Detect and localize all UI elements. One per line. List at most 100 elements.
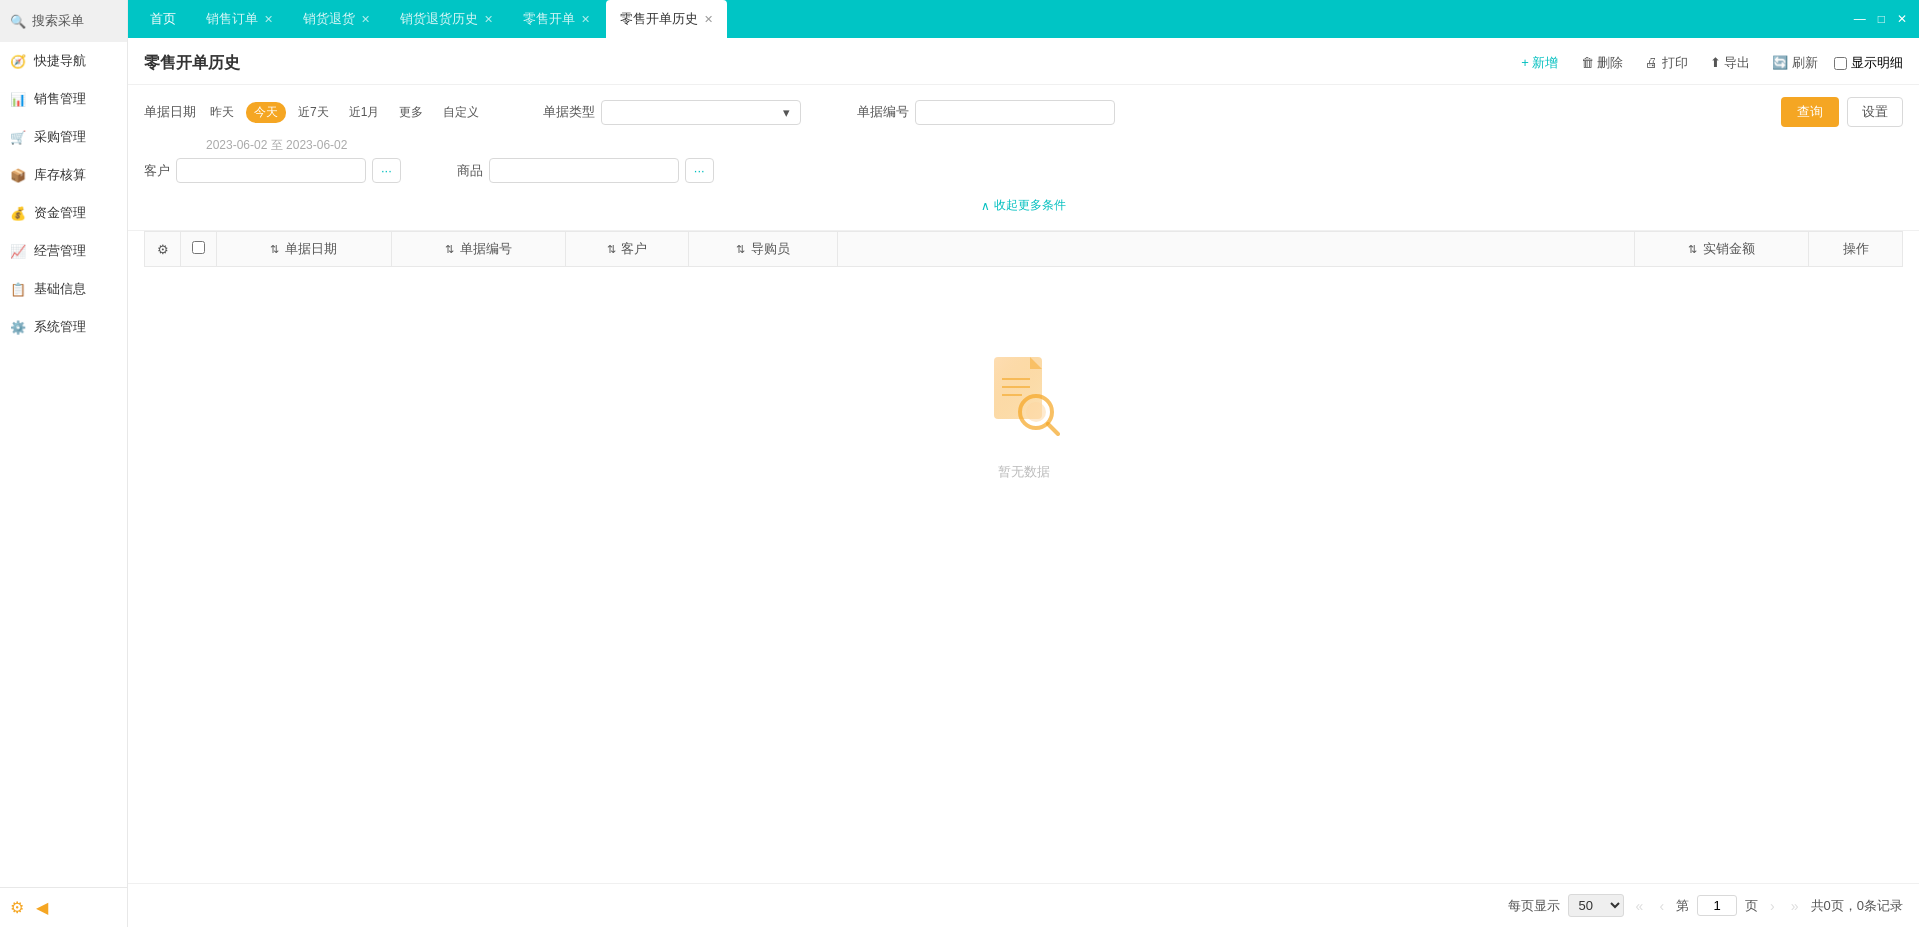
table-date-col[interactable]: 单据日期: [217, 232, 392, 267]
page-first-btn[interactable]: «: [1632, 896, 1648, 916]
table-settings-col[interactable]: ⚙: [145, 232, 181, 267]
page-unit: 页: [1745, 897, 1758, 915]
tab-retail-open-history[interactable]: 零售开单历史 ✕: [606, 0, 727, 38]
sidebar-item-quick-nav[interactable]: 🧭 快捷导航: [0, 42, 127, 80]
table-amount-col-label: 实销金额: [1703, 241, 1755, 256]
print-button[interactable]: 🖨 打印: [1639, 50, 1694, 76]
sidebar-item-inventory[interactable]: 📦 库存核算: [0, 156, 127, 194]
sidebar-item-sales-mgmt[interactable]: 📊 销售管理: [0, 80, 127, 118]
export-button[interactable]: ⬆ 导出: [1704, 50, 1757, 76]
table-checkbox-col[interactable]: [181, 232, 217, 267]
tab-sales-return-history[interactable]: 销货退货历史 ✕: [386, 0, 507, 38]
sort-date-icon: [270, 241, 281, 256]
table-settings-icon[interactable]: ⚙: [157, 242, 169, 257]
sort-customer-icon: [607, 241, 618, 256]
sidebar-item-operations[interactable]: 📈 经营管理: [0, 232, 127, 270]
settings-button[interactable]: 设置: [1847, 97, 1903, 127]
page-next-btn[interactable]: ›: [1766, 896, 1779, 916]
date-filter: 单据日期 昨天 今天 近7天 近1月 更多 自定义: [144, 102, 487, 123]
purchase-icon: 🛒: [10, 130, 26, 145]
table-container: ⚙ 单据日期 单据编号: [128, 231, 1919, 883]
tab-sales-return-close-icon[interactable]: ✕: [361, 13, 370, 26]
show-detail-checkbox-row[interactable]: 显示明细: [1834, 54, 1903, 72]
sidebar-item-system[interactable]: ⚙️ 系统管理: [0, 308, 127, 346]
delete-button[interactable]: 🗑 删除: [1575, 50, 1630, 76]
date-1month-btn[interactable]: 近1月: [341, 102, 388, 123]
table-number-col[interactable]: 单据编号: [391, 232, 566, 267]
tab-sales-order-close-icon[interactable]: ✕: [264, 13, 273, 26]
table-customer-col-label: 客户: [621, 241, 647, 256]
window-maximize-icon[interactable]: □: [1874, 10, 1889, 28]
table-amount-col[interactable]: 实销金额: [1634, 232, 1809, 267]
table-select-all-checkbox[interactable]: [192, 241, 205, 254]
pagination: 每页显示 50 10 20 100 « ‹ 第 页 › » 共0页，0条记录: [128, 883, 1919, 927]
number-filter-label: 单据编号: [857, 103, 909, 121]
filter-row-1: 单据日期 昨天 今天 近7天 近1月 更多 自定义 单据类型 ▾: [144, 97, 1903, 127]
chevron-up-icon: ∧: [981, 199, 990, 213]
sort-number-icon: [445, 241, 456, 256]
number-filter-input[interactable]: [915, 100, 1115, 125]
table-action-col-label: 操作: [1843, 241, 1869, 256]
sidebar-search[interactable]: 🔍 搜索采单: [0, 0, 127, 42]
refresh-button[interactable]: 🔄 刷新: [1766, 50, 1824, 76]
customer-filter-label: 客户: [144, 162, 170, 180]
product-filter-label: 商品: [457, 162, 483, 180]
window-minimize-icon[interactable]: —: [1850, 10, 1870, 28]
tab-retail-open-close-icon[interactable]: ✕: [581, 13, 590, 26]
tab-sales-return[interactable]: 销货退货 ✕: [289, 0, 384, 38]
tab-sales-order-label: 销售订单: [206, 10, 258, 28]
date-filter-label: 单据日期: [144, 103, 196, 121]
tab-sales-return-history-label: 销货退货历史: [400, 10, 478, 28]
sidebar-search-label: 搜索采单: [32, 12, 84, 30]
sales-icon: 📊: [10, 92, 26, 107]
empty-icon: [974, 347, 1074, 447]
sidebar-item-purchase-mgmt[interactable]: 🛒 采购管理: [0, 118, 127, 156]
page-label-di: 第: [1676, 897, 1689, 915]
tab-sales-return-history-close-icon[interactable]: ✕: [484, 13, 493, 26]
sidebar-item-label: 快捷导航: [34, 52, 86, 70]
sidebar-item-label: 经营管理: [34, 242, 86, 260]
customer-filter: 客户 ···: [144, 158, 401, 183]
tab-home[interactable]: 首页: [136, 0, 190, 38]
table-salesperson-col[interactable]: 导购员: [688, 232, 837, 267]
sidebar-item-finance[interactable]: 💰 资金管理: [0, 194, 127, 232]
query-button[interactable]: 查询: [1781, 97, 1839, 127]
total-text: 共0页，0条记录: [1811, 897, 1903, 915]
page-number-input[interactable]: [1697, 895, 1737, 916]
tab-retail-open-history-close-icon[interactable]: ✕: [704, 13, 713, 26]
date-more-btn[interactable]: 更多: [391, 102, 431, 123]
product-filter-input[interactable]: [489, 158, 679, 183]
customer-filter-input[interactable]: [176, 158, 366, 183]
table-customer-col[interactable]: 客户: [566, 232, 689, 267]
page-last-btn[interactable]: »: [1787, 896, 1803, 916]
per-page-select[interactable]: 50 10 20 100: [1568, 894, 1624, 917]
main-area: 首页 销售订单 ✕ 销货退货 ✕ 销货退货历史 ✕ 零售开单 ✕ 零售开单历史 …: [128, 0, 1919, 927]
tab-retail-open[interactable]: 零售开单 ✕: [509, 0, 604, 38]
date-custom-btn[interactable]: 自定义: [435, 102, 487, 123]
customer-dots-btn[interactable]: ···: [372, 158, 401, 183]
product-dots-btn[interactable]: ···: [685, 158, 714, 183]
data-table: ⚙ 单据日期 单据编号: [144, 231, 1903, 561]
date-yesterday-btn[interactable]: 昨天: [202, 102, 242, 123]
window-close-icon[interactable]: ✕: [1893, 10, 1911, 28]
sidebar-item-basic-info[interactable]: 📋 基础信息: [0, 270, 127, 308]
sidebar-item-label: 采购管理: [34, 128, 86, 146]
number-filter: 单据编号: [857, 100, 1115, 125]
empty-state-text: 暂无数据: [998, 463, 1050, 481]
type-select-chevron-icon: ▾: [783, 105, 790, 120]
table-salesperson-col-label: 导购员: [751, 241, 790, 256]
show-detail-checkbox[interactable]: [1834, 57, 1847, 70]
sidebar-bottom: ⚙ ◀: [0, 887, 127, 927]
type-select[interactable]: ▾: [601, 100, 801, 125]
inventory-icon: 📦: [10, 168, 26, 183]
system-icon: ⚙️: [10, 320, 26, 335]
collapse-sidebar-icon[interactable]: ◀: [36, 898, 48, 917]
add-button[interactable]: + 新增: [1515, 50, 1564, 76]
date-7days-btn[interactable]: 近7天: [290, 102, 337, 123]
settings-gear-icon[interactable]: ⚙: [10, 898, 24, 917]
date-today-btn[interactable]: 今天: [246, 102, 286, 123]
collapse-filter-btn[interactable]: ∧ 收起更多条件: [144, 193, 1903, 218]
tab-sales-order[interactable]: 销售订单 ✕: [192, 0, 287, 38]
page-prev-btn[interactable]: ‹: [1655, 896, 1668, 916]
table-number-col-label: 单据编号: [460, 241, 512, 256]
